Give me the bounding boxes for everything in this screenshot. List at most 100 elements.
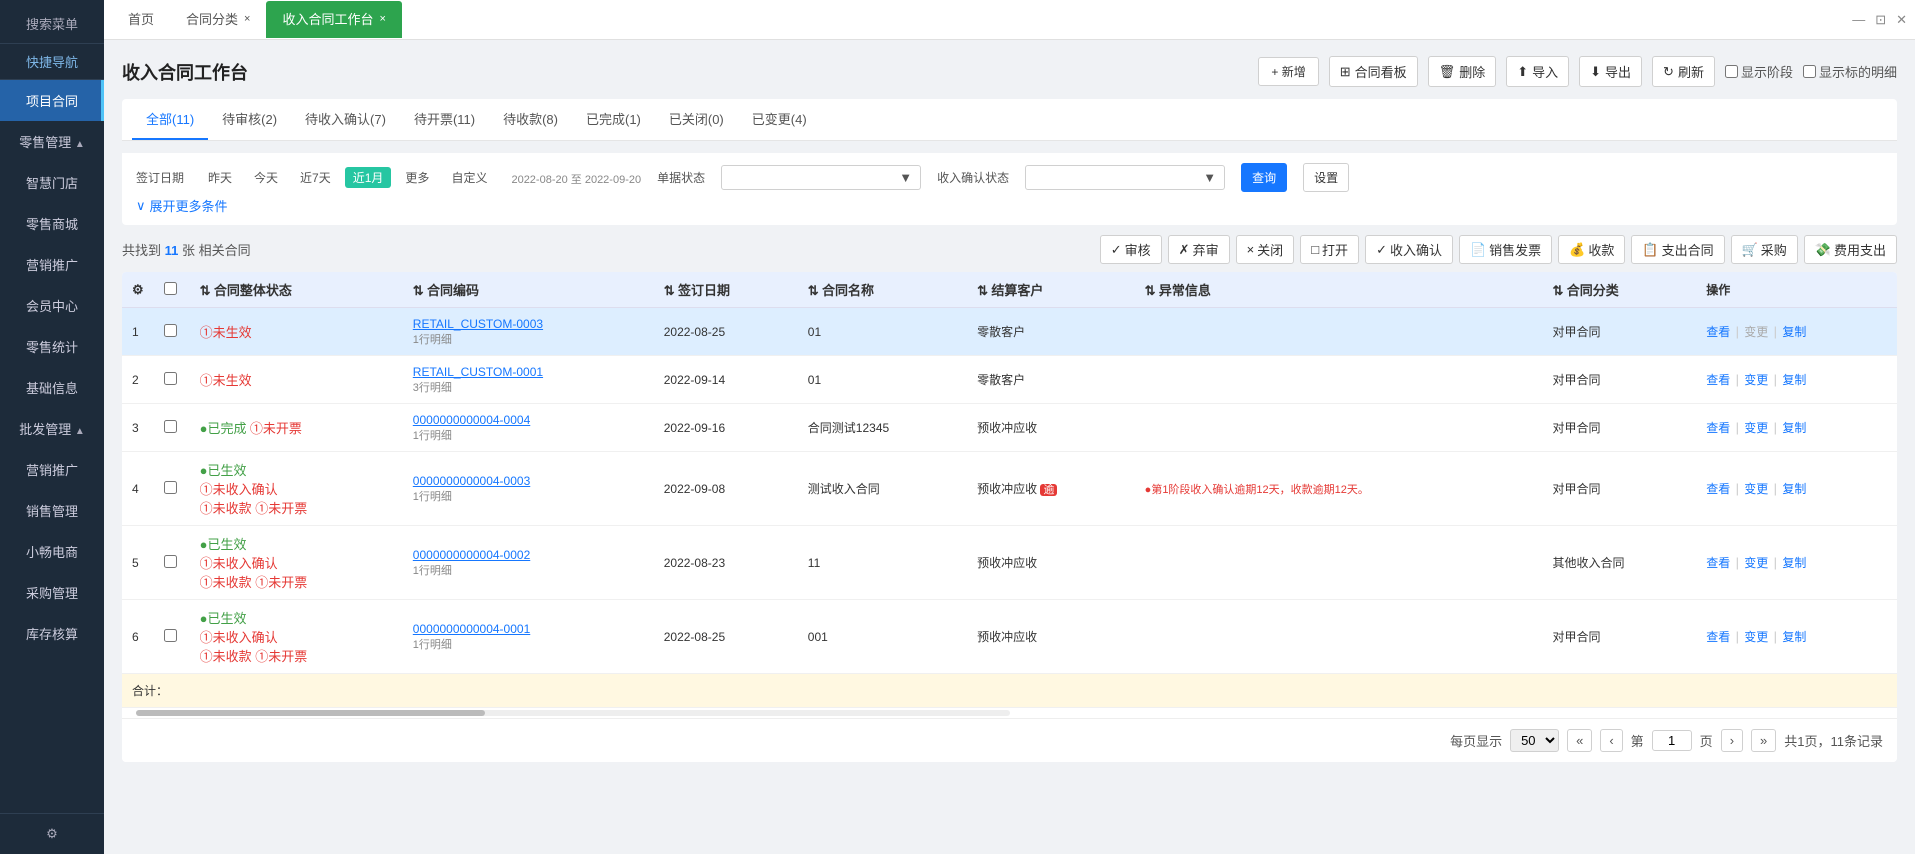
sub-tab-pending-payment[interactable]: 待收款(8): [489, 99, 572, 140]
minimize-icon[interactable]: —: [1852, 12, 1865, 28]
sidebar-item-wholesale[interactable]: 批发管理 ▲: [0, 408, 104, 449]
view-btn[interactable]: 查看: [1706, 556, 1730, 570]
change-btn[interactable]: 变更: [1744, 421, 1768, 435]
date-opt-more[interactable]: 更多: [397, 167, 437, 188]
row-checkbox[interactable]: [164, 420, 177, 433]
tab-contract-category[interactable]: 合同分类 ×: [170, 1, 266, 38]
date-opt-today[interactable]: 今天: [246, 167, 286, 188]
copy-btn[interactable]: 复制: [1782, 556, 1806, 570]
contract-code-link[interactable]: RETAIL_CUSTOM-0001: [413, 365, 543, 379]
change-btn[interactable]: 变更: [1744, 325, 1768, 339]
horizontal-scrollbar[interactable]: [122, 708, 1897, 718]
sidebar-item-retail-mall[interactable]: 零售商城: [0, 203, 104, 244]
refresh-button[interactable]: ↻ 刷新: [1652, 56, 1715, 87]
page-input[interactable]: [1652, 730, 1692, 751]
delete-button[interactable]: 🗑 删除: [1428, 56, 1497, 87]
contract-code-link[interactable]: RETAIL_CUSTOM-0003: [413, 317, 543, 331]
settings-button[interactable]: 设置: [1303, 163, 1349, 192]
sub-tab-changed[interactable]: 已变更(4): [738, 99, 821, 140]
sub-tab-pending-review[interactable]: 待审核(2): [208, 99, 291, 140]
tab-home[interactable]: 首页: [112, 1, 170, 38]
sidebar-search[interactable]: 搜索菜单: [0, 0, 104, 44]
collection-button[interactable]: 💰 收款: [1558, 235, 1625, 264]
sidebar-item-purchase[interactable]: 采购管理: [0, 572, 104, 613]
date-opt-7days[interactable]: 近7天: [292, 167, 339, 188]
view-btn[interactable]: 查看: [1706, 421, 1730, 435]
show-stage-checkbox[interactable]: 显示阶段: [1725, 62, 1793, 81]
expense-contract-button[interactable]: 📋 支出合同: [1631, 235, 1724, 264]
expense-out-button[interactable]: 💸 费用支出: [1804, 235, 1897, 264]
maximize-icon[interactable]: ⊡: [1875, 12, 1886, 28]
sidebar-item-member-center[interactable]: 会员中心: [0, 285, 104, 326]
income-confirm-button[interactable]: ✓ 收入确认: [1365, 235, 1453, 264]
export-button[interactable]: ⬇ 导出: [1579, 56, 1642, 87]
audit-button[interactable]: ✓ 审核: [1100, 235, 1162, 264]
next-page-button[interactable]: ›: [1721, 729, 1743, 752]
sidebar-item-marketing-2[interactable]: 营销推广: [0, 449, 104, 490]
sidebar-item-smart-store[interactable]: 智慧门店: [0, 162, 104, 203]
show-detail-input[interactable]: [1803, 65, 1816, 78]
close-window-icon[interactable]: ✕: [1896, 12, 1907, 28]
sales-invoice-button[interactable]: 📄 销售发票: [1459, 235, 1552, 264]
sidebar-item-retail-mgmt[interactable]: 零售管理 ▲: [0, 121, 104, 162]
kanban-button[interactable]: ⊞ 合同看板: [1329, 56, 1418, 87]
scrollbar-thumb[interactable]: [136, 710, 485, 716]
date-opt-yesterday[interactable]: 昨天: [200, 167, 240, 188]
tab-close-icon-active[interactable]: ×: [379, 13, 385, 25]
gear-settings-icon[interactable]: ⚙: [132, 282, 144, 297]
copy-btn[interactable]: 复制: [1782, 630, 1806, 644]
row-checkbox[interactable]: [164, 481, 177, 494]
sidebar-item-inventory[interactable]: 库存核算: [0, 613, 104, 654]
date-opt-1month[interactable]: 近1月: [345, 167, 392, 188]
sub-tab-pending-invoice[interactable]: 待开票(11): [400, 99, 489, 140]
show-stage-input[interactable]: [1725, 65, 1738, 78]
sidebar-item-ecommerce[interactable]: 小畅电商: [0, 531, 104, 572]
sidebar-nav[interactable]: 快捷导航: [0, 44, 104, 80]
change-btn[interactable]: 变更: [1744, 482, 1768, 496]
contract-code-link[interactable]: 0000000000004-0003: [413, 474, 530, 488]
open-button[interactable]: □ 打开: [1300, 235, 1359, 264]
copy-btn[interactable]: 复制: [1782, 325, 1806, 339]
view-btn[interactable]: 查看: [1706, 630, 1730, 644]
change-btn[interactable]: 变更: [1744, 373, 1768, 387]
copy-btn[interactable]: 复制: [1782, 421, 1806, 435]
row-checkbox[interactable]: [164, 372, 177, 385]
contract-code-link[interactable]: 0000000000004-0001: [413, 622, 530, 636]
sidebar-item-sales-mgmt[interactable]: 销售管理: [0, 490, 104, 531]
tab-income-contract[interactable]: 收入合同工作台 ×: [266, 1, 401, 38]
copy-btn[interactable]: 复制: [1782, 482, 1806, 496]
expand-filter-btn[interactable]: ∨ 展开更多条件: [136, 196, 1883, 215]
query-button[interactable]: 查询: [1241, 163, 1287, 192]
copy-btn[interactable]: 复制: [1782, 373, 1806, 387]
sidebar-item-project-contract[interactable]: 项目合同: [0, 80, 104, 121]
income-confirm-select[interactable]: ▼: [1025, 165, 1225, 190]
sidebar-item-marketing[interactable]: 营销推广: [0, 244, 104, 285]
view-btn[interactable]: 查看: [1706, 482, 1730, 496]
row-checkbox[interactable]: [164, 629, 177, 642]
first-page-button[interactable]: «: [1567, 729, 1592, 752]
per-page-select[interactable]: 50: [1510, 729, 1559, 752]
sidebar-item-retail-stats[interactable]: 零售统计: [0, 326, 104, 367]
row-checkbox[interactable]: [164, 324, 177, 337]
view-btn[interactable]: 查看: [1706, 325, 1730, 339]
abandon-audit-button[interactable]: ✗ 弃审: [1168, 235, 1230, 264]
tab-close-icon[interactable]: ×: [244, 13, 250, 25]
change-btn[interactable]: 变更: [1744, 556, 1768, 570]
last-page-button[interactable]: »: [1751, 729, 1776, 752]
sub-tab-pending-confirm[interactable]: 待收入确认(7): [291, 99, 400, 140]
new-button[interactable]: + 新增: [1258, 57, 1318, 86]
close-contract-button[interactable]: × 关闭: [1236, 235, 1295, 264]
sidebar-item-basic-info[interactable]: 基础信息: [0, 367, 104, 408]
date-opt-custom[interactable]: 自定义: [443, 167, 495, 188]
contract-code-link[interactable]: 0000000000004-0002: [413, 548, 530, 562]
import-button[interactable]: ⬆ 导入: [1506, 56, 1569, 87]
select-all-checkbox[interactable]: [164, 282, 177, 295]
sidebar-settings[interactable]: ⚙: [0, 813, 104, 854]
sub-tab-closed[interactable]: 已关闭(0): [655, 99, 738, 140]
change-btn[interactable]: 变更: [1744, 630, 1768, 644]
contract-code-link[interactable]: 0000000000004-0004: [413, 413, 530, 427]
purchase-button[interactable]: 🛒 采购: [1731, 235, 1798, 264]
sub-tab-all[interactable]: 全部(11): [132, 99, 208, 140]
doc-status-select[interactable]: ▼: [721, 165, 921, 190]
prev-page-button[interactable]: ‹: [1600, 729, 1622, 752]
